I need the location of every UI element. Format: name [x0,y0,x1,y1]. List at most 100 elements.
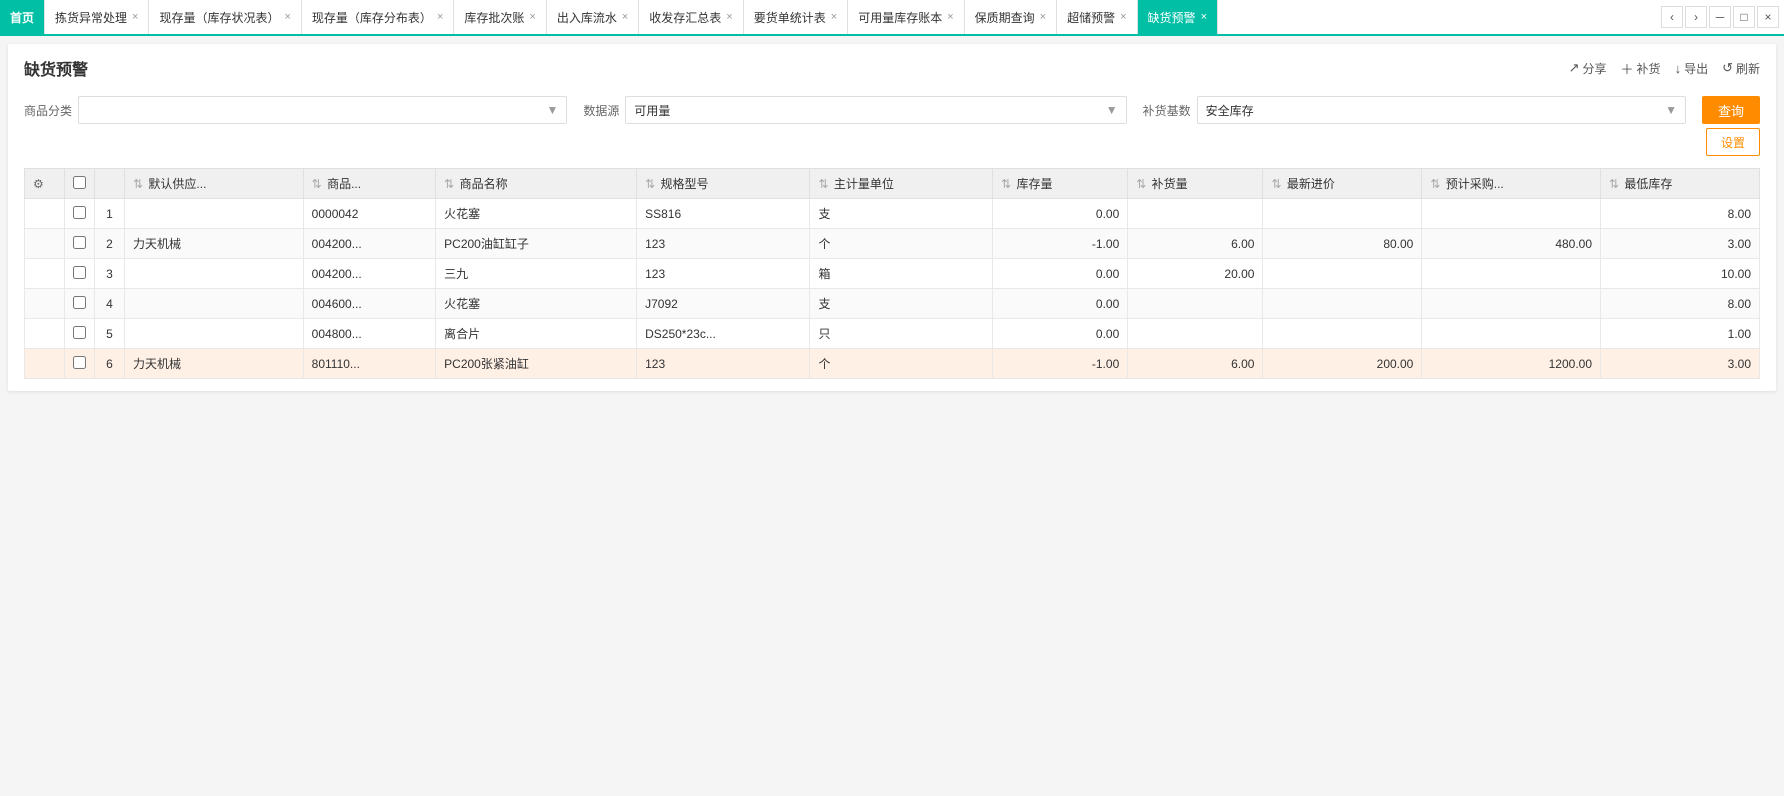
row-supplier-cell: 力天机械 [125,229,304,259]
row-supplier-cell [125,199,304,229]
datasource-select-value: 可用量 [634,102,670,119]
row-unit-cell: 个 [810,349,993,379]
datasource-filter-label: 数据源 [583,102,619,119]
close-window-icon: × [1764,10,1771,24]
refresh-label: 刷新 [1736,60,1760,77]
window-minimize[interactable]: ─ [1709,6,1731,28]
tab-overstock-warn-close[interactable]: × [1120,11,1126,23]
tab-overstock-warn[interactable]: 超储预警 × [1057,0,1137,35]
row-checkbox-5[interactable] [73,356,86,369]
replenish-label: 补货 [1637,60,1661,77]
row-latest-price-cell [1263,259,1422,289]
row-checkbox-2[interactable] [73,266,86,279]
arrow-right-icon: › [1694,10,1698,24]
tab-batch-account-close[interactable]: × [529,11,535,23]
row-stock-cell: 0.00 [993,259,1128,289]
tab-home[interactable]: 首页 [0,0,45,35]
replenish-base-filter-group: 补货基数 安全库存 ▼ [1143,96,1686,124]
tab-shortage-warn[interactable]: 缺货预警 × [1138,0,1218,35]
row-check-cell [65,259,95,289]
col-header-product-name: ⇅ 商品名称 [436,169,637,199]
table-gear-icon[interactable]: ⚙ [33,177,44,191]
replenish-base-select[interactable]: 安全库存 ▼ [1197,96,1686,124]
row-latest-price-cell [1263,319,1422,349]
tab-expiry-query-label: 保质期查询 [975,9,1035,26]
category-filter-label: 商品分类 [24,102,72,119]
select-all-checkbox[interactable] [73,176,86,189]
row-unit-cell: 箱 [810,259,993,289]
tab-inventory-dist-close[interactable]: × [437,11,443,23]
row-min-stock-cell: 8.00 [1601,199,1760,229]
tab-receive-summary[interactable]: 收发存汇总表 × [639,0,743,35]
row-spec-cell: 123 [637,349,810,379]
datasource-select-arrow: ▼ [1106,103,1118,117]
tab-batch-account[interactable]: 库存批次账 × [454,0,546,35]
row-checkbox-1[interactable] [73,236,86,249]
col-header-num [95,169,125,199]
window-close[interactable]: × [1757,6,1779,28]
tab-req-stats[interactable]: 要货单统计表 × [744,0,848,35]
row-settings-cell [25,319,65,349]
row-unit-cell: 支 [810,199,993,229]
tab-shortage-warn-close[interactable]: × [1201,11,1207,23]
sort-price-icon: ⇅ [1271,177,1281,191]
row-check-cell [65,229,95,259]
row-min-stock-cell: 10.00 [1601,259,1760,289]
row-stock-cell: -1.00 [993,349,1128,379]
tab-avail-ledger-label: 可用量库存账本 [858,9,942,26]
row-est-purchase-cell: 480.00 [1422,229,1601,259]
col-header-min-stock: ⇅ 最低库存 [1601,169,1760,199]
row-checkbox-0[interactable] [73,206,86,219]
table-row: 1 0000042 火花塞 SS816 支 0.00 8.00 [25,199,1760,229]
datasource-select[interactable]: 可用量 ▼ [625,96,1126,124]
settings-button[interactable]: 设置 [1706,128,1760,156]
col-header-stock: ⇅ 库存量 [993,169,1128,199]
window-maximize[interactable]: □ [1733,6,1755,28]
tab-inventory-status-close[interactable]: × [284,11,290,23]
tab-inout-flow-label: 出入库流水 [557,9,617,26]
row-checkbox-3[interactable] [73,296,86,309]
row-checkbox-4[interactable] [73,326,86,339]
row-unit-cell: 个 [810,229,993,259]
tab-scroll-left[interactable]: ‹ [1661,6,1683,28]
row-num-cell: 6 [95,349,125,379]
row-stock-cell: 0.00 [993,199,1128,229]
tab-home-label: 首页 [10,9,34,26]
tab-inventory-status[interactable]: 现存量（库存状况表） × [149,0,301,35]
tab-scroll-right[interactable]: › [1685,6,1707,28]
sort-est-icon: ⇅ [1430,177,1440,191]
share-button[interactable]: ↗ 分享 [1569,60,1607,77]
replenish-base-select-value: 安全库存 [1206,102,1254,119]
tab-inout-flow-close[interactable]: × [622,11,628,23]
tab-avail-ledger-close[interactable]: × [947,11,953,23]
export-icon: ↓ [1675,61,1682,76]
table-row: 5 004800... 离合片 DS250*23c... 只 0.00 1.00 [25,319,1760,349]
row-latest-price-cell: 80.00 [1263,229,1422,259]
tab-expiry-query-close[interactable]: × [1040,11,1046,23]
tab-req-stats-close[interactable]: × [831,11,837,23]
tab-overstock-warn-label: 超储预警 [1067,9,1115,26]
tab-expiry-query[interactable]: 保质期查询 × [965,0,1057,35]
tab-inout-flow[interactable]: 出入库流水 × [547,0,639,35]
refresh-button[interactable]: ↺ 刷新 [1722,60,1760,77]
category-select[interactable]: ▼ [78,96,567,124]
replenish-button[interactable]: ＋ 补货 [1621,59,1661,78]
tab-receive-summary-close[interactable]: × [726,11,732,23]
row-spec-cell: SS816 [637,199,810,229]
tab-inventory-dist[interactable]: 现存量（库存分布表） × [302,0,454,35]
row-supplier-cell [125,289,304,319]
export-button[interactable]: ↓ 导出 [1675,60,1709,77]
sort-code-icon: ⇅ [312,177,322,191]
row-spec-cell: 123 [637,229,810,259]
header-actions: ↗ 分享 ＋ 补货 ↓ 导出 ↺ 刷新 [1569,59,1760,78]
col-header-check [65,169,95,199]
row-replenish-qty-cell [1128,199,1263,229]
query-button[interactable]: 查询 [1702,96,1760,124]
row-settings-cell [25,199,65,229]
row-replenish-qty-cell [1128,289,1263,319]
tab-abnormal-close[interactable]: × [132,11,138,23]
tab-avail-ledger[interactable]: 可用量库存账本 × [848,0,964,35]
tab-abnormal[interactable]: 拣货异常处理 × [45,0,149,35]
row-latest-price-cell [1263,199,1422,229]
tab-abnormal-label: 拣货异常处理 [55,9,127,26]
